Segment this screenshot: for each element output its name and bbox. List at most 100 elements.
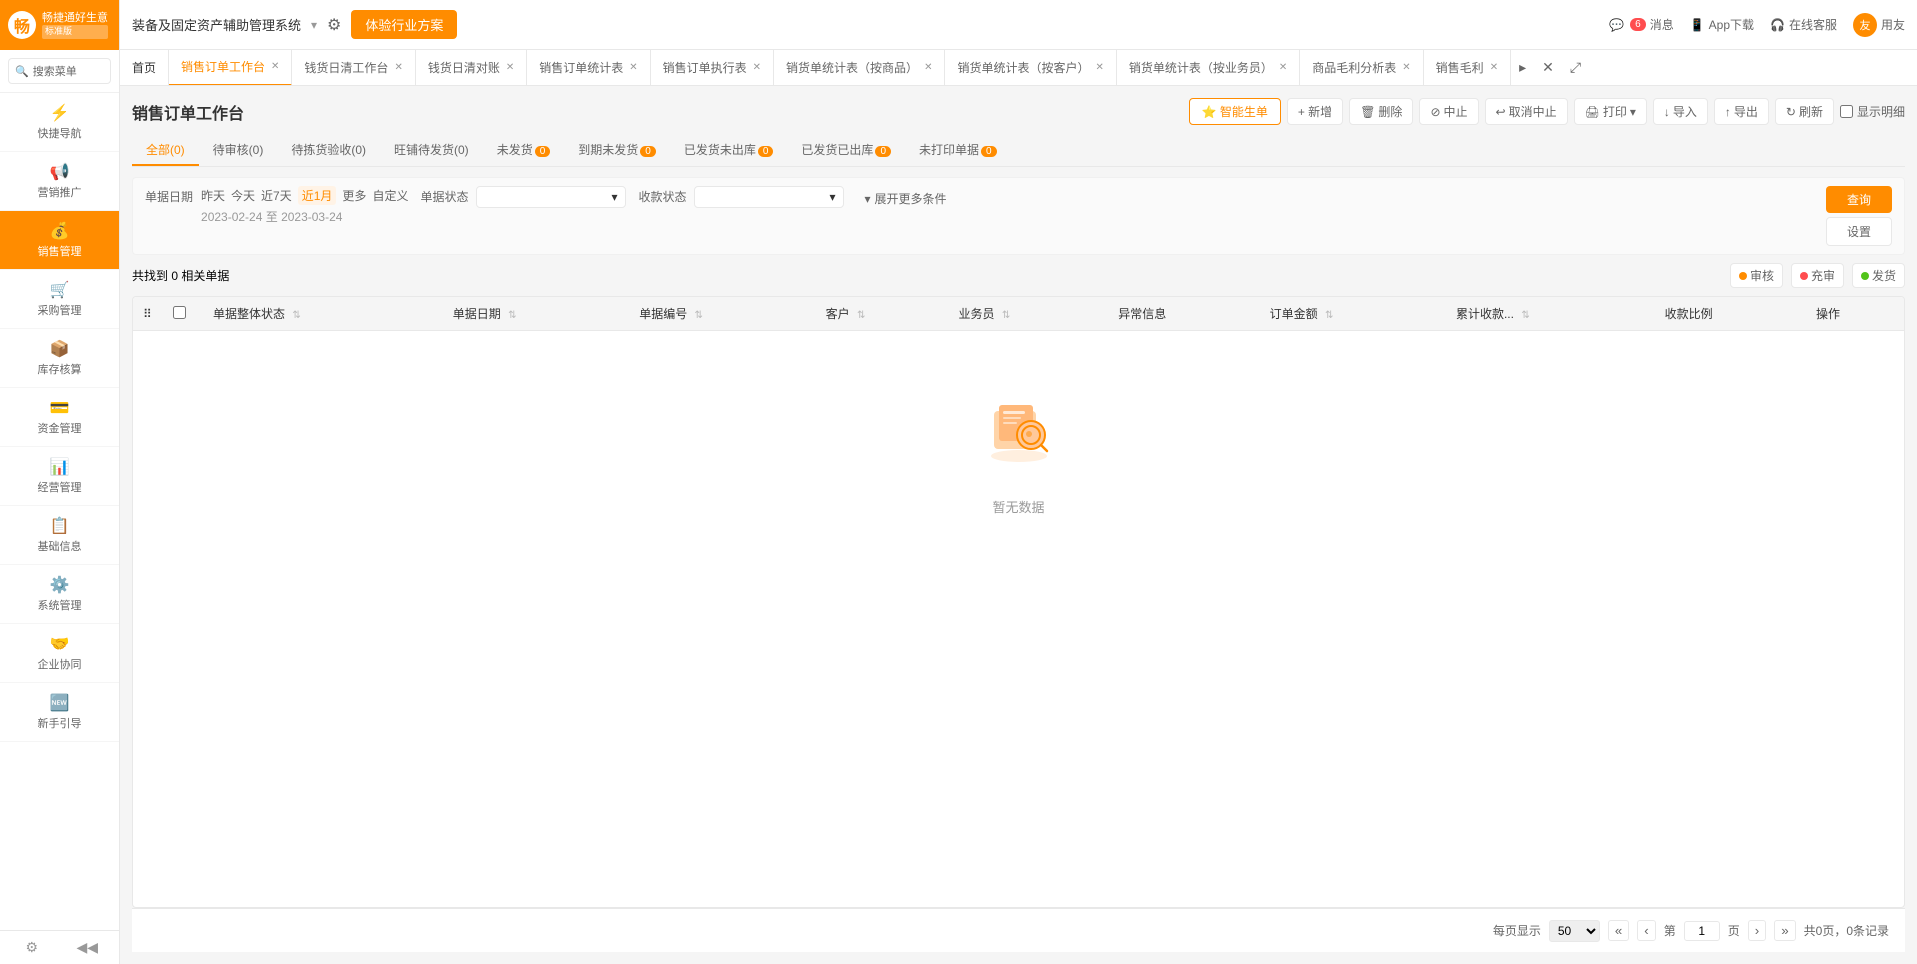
- tab-close-icon[interactable]: ✕: [1490, 62, 1498, 73]
- cancel-action-btn[interactable]: 充审: [1791, 263, 1844, 288]
- print-btn[interactable]: 🖨 打印 ▾: [1574, 98, 1647, 125]
- tab-close-icon[interactable]: ✕: [924, 62, 932, 73]
- filter-tab-not-printed[interactable]: 未打印单据0: [905, 135, 1011, 166]
- th-customer[interactable]: 客户 ⇅: [816, 297, 949, 331]
- next-page-btn[interactable]: ›: [1748, 920, 1766, 941]
- filter-tab-overdue[interactable]: 到期未发货0: [564, 135, 670, 166]
- online-service-btn[interactable]: 🎧 在线客服: [1770, 16, 1837, 33]
- query-btn[interactable]: 查询: [1826, 186, 1892, 213]
- stop-btn[interactable]: ⊘ 中止: [1419, 98, 1478, 125]
- expand-filter-btn[interactable]: ▾ 展开更多条件: [856, 186, 954, 211]
- review-action-btn[interactable]: 审核: [1730, 263, 1783, 288]
- filter-tab-pending-review[interactable]: 待审核(0): [199, 135, 278, 166]
- page-input[interactable]: [1684, 921, 1720, 941]
- purchase-icon: 🛒: [50, 280, 70, 300]
- payment-select[interactable]: ▾: [694, 186, 844, 208]
- tab-sales-stats[interactable]: 销售订单统计表 ✕: [527, 50, 650, 86]
- filter-tab-pending-check[interactable]: 待拣货验收(0): [277, 135, 380, 166]
- th-staff[interactable]: 业务员 ⇅: [949, 297, 1109, 331]
- tab-close-icon[interactable]: ✕: [271, 61, 279, 72]
- tab-sales-workbench[interactable]: 销售订单工作台 ✕: [169, 50, 292, 86]
- refresh-btn[interactable]: ↻ 刷新: [1775, 98, 1834, 125]
- tab-sales-gross[interactable]: 销售毛利 ✕: [1424, 50, 1511, 86]
- show-detail-label[interactable]: 显示明细: [1840, 103, 1905, 120]
- show-detail-checkbox[interactable]: [1840, 105, 1853, 118]
- tab-sales-summary-staff[interactable]: 销货单统计表（按业务员） ✕: [1117, 50, 1300, 86]
- date-quick-1month[interactable]: 近1月: [298, 186, 337, 205]
- last-page-btn[interactable]: »: [1774, 920, 1795, 941]
- tab-close-icon[interactable]: ✕: [1279, 62, 1287, 73]
- app-download-btn[interactable]: 📱 App下载: [1690, 16, 1754, 33]
- th-amount[interactable]: 订单金额 ⇅: [1260, 297, 1446, 331]
- tab-fullscreen-btn[interactable]: ⤢: [1562, 50, 1589, 86]
- prev-page-btn[interactable]: ‹: [1637, 920, 1655, 941]
- delete-btn[interactable]: 🗑 删除: [1349, 98, 1413, 125]
- date-quick-more[interactable]: 更多: [342, 187, 366, 204]
- first-page-btn[interactable]: «: [1608, 920, 1629, 941]
- sort-icon: ⇅: [508, 310, 516, 321]
- sort-icon: ⇅: [695, 310, 703, 321]
- tab-sales-exec[interactable]: 销售订单执行表 ✕: [651, 50, 774, 86]
- tab-close-all-btn[interactable]: ✕: [1534, 50, 1562, 86]
- collapse-btn[interactable]: ◀◀: [64, 939, 112, 956]
- date-quick-custom[interactable]: 自定义: [372, 187, 408, 204]
- export-btn[interactable]: ↑ 导出: [1714, 98, 1769, 125]
- sidebar-item-guide[interactable]: 🆕 新手引导: [0, 683, 119, 742]
- smart-generate-btn[interactable]: ⭐ 智能生单: [1189, 98, 1281, 125]
- user-menu-btn[interactable]: 友 用友: [1853, 13, 1905, 37]
- sidebar-item-quick-nav[interactable]: ⚡ 快捷导航: [0, 93, 119, 152]
- sidebar-item-base-info[interactable]: 📋 基础信息: [0, 506, 119, 565]
- tab-sales-summary-product[interactable]: 销货单统计表（按商品） ✕: [774, 50, 945, 86]
- import-btn[interactable]: ↓ 导入: [1653, 98, 1708, 125]
- select-all-checkbox[interactable]: [173, 306, 186, 319]
- filter-tab-not-shipped[interactable]: 未发货0: [483, 135, 565, 166]
- sidebar-item-marketing[interactable]: 📢 营销推广: [0, 152, 119, 211]
- filter-tab-shipped-not-out[interactable]: 已发货未出库0: [670, 135, 788, 166]
- settings-icon-btn[interactable]: ⚙: [8, 939, 56, 956]
- tab-nav-more-btn[interactable]: ▸: [1511, 50, 1534, 86]
- message-btn[interactable]: 💬 6 消息: [1609, 16, 1674, 33]
- sidebar-search-btn[interactable]: 🔍 搜索菜单: [8, 58, 111, 84]
- cancel-stop-btn[interactable]: ↩ 取消中止: [1485, 98, 1568, 125]
- sidebar-item-system[interactable]: ⚙️ 系统管理: [0, 565, 119, 624]
- industry-btn[interactable]: 体验行业方案: [351, 10, 457, 39]
- tab-cash-daily[interactable]: 钱货日清工作台 ✕: [292, 50, 415, 86]
- ship-action-btn[interactable]: 发货: [1852, 263, 1905, 288]
- date-quick-7days[interactable]: 近7天: [261, 187, 292, 204]
- date-quick-yesterday[interactable]: 昨天: [201, 187, 225, 204]
- tab-close-icon[interactable]: ✕: [1402, 62, 1410, 73]
- th-checkbox[interactable]: [163, 297, 203, 331]
- th-number[interactable]: 单据编号 ⇅: [629, 297, 815, 331]
- tab-sales-summary-customer[interactable]: 销货单统计表（按客户） ✕: [945, 50, 1116, 86]
- data-table: ⠿ 单据整体状态 ⇅ 单据日期 ⇅ 单据编号: [133, 297, 1904, 331]
- tab-gross-analysis[interactable]: 商品毛利分析表 ✕: [1300, 50, 1423, 86]
- sidebar-item-label: 资金管理: [38, 420, 82, 436]
- overdue-badge: 0: [640, 146, 656, 157]
- tab-cash-reconcile[interactable]: 钱货日清对账 ✕: [416, 50, 527, 86]
- tab-home[interactable]: 首页: [120, 50, 169, 86]
- tab-close-icon[interactable]: ✕: [629, 62, 637, 73]
- sidebar-item-sales[interactable]: 💰 销售管理: [0, 211, 119, 270]
- settings-btn[interactable]: 设置: [1826, 217, 1892, 246]
- th-status[interactable]: 单据整体状态 ⇅: [203, 297, 443, 331]
- tab-close-icon[interactable]: ✕: [1095, 62, 1103, 73]
- add-btn[interactable]: + 新增: [1287, 98, 1343, 125]
- sidebar-item-inventory[interactable]: 📦 库存核算: [0, 329, 119, 388]
- sidebar-item-finance[interactable]: 💳 资金管理: [0, 388, 119, 447]
- tab-close-icon[interactable]: ✕: [753, 62, 761, 73]
- filter-tab-all[interactable]: 全部(0): [132, 135, 199, 166]
- per-page-select[interactable]: 10 20 50 100: [1549, 920, 1600, 942]
- status-select[interactable]: ▾: [476, 186, 626, 208]
- tab-close-icon[interactable]: ✕: [506, 62, 514, 73]
- sidebar-item-operations[interactable]: 📊 经营管理: [0, 447, 119, 506]
- th-date[interactable]: 单据日期 ⇅: [443, 297, 629, 331]
- tab-close-icon[interactable]: ✕: [394, 62, 402, 73]
- th-received[interactable]: 累计收款... ⇅: [1446, 297, 1655, 331]
- sidebar-item-collab[interactable]: 🤝 企业协同: [0, 624, 119, 683]
- filter-tab-wangpu[interactable]: 旺铺待发货(0): [380, 135, 483, 166]
- sidebar-item-purchase[interactable]: 🛒 采购管理: [0, 270, 119, 329]
- tab-label: 销货单统计表（按客户）: [957, 59, 1089, 76]
- header-gear-icon[interactable]: ⚙: [327, 15, 341, 35]
- filter-tab-shipped-out[interactable]: 已发货已出库0: [787, 135, 905, 166]
- date-quick-today[interactable]: 今天: [231, 187, 255, 204]
